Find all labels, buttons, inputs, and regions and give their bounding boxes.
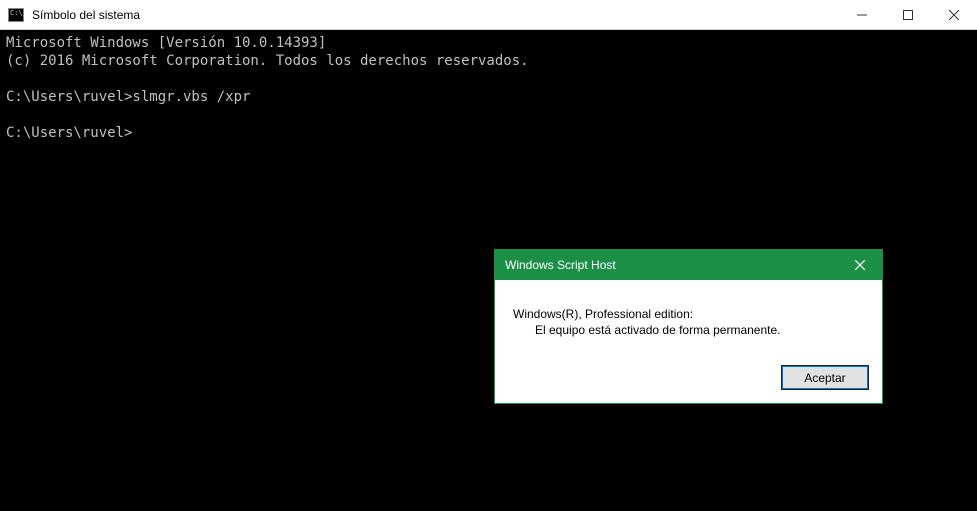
dialog-close-button[interactable] <box>837 250 882 280</box>
terminal-line: (c) 2016 Microsoft Corporation. Todos lo… <box>6 53 529 69</box>
accept-button[interactable]: Aceptar <box>782 366 868 389</box>
dialog-titlebar[interactable]: Windows Script Host <box>495 250 882 280</box>
close-button[interactable] <box>931 0 977 29</box>
close-icon <box>949 10 959 20</box>
minimize-button[interactable] <box>839 0 885 29</box>
maximize-button[interactable] <box>885 0 931 29</box>
maximize-icon <box>903 10 913 20</box>
close-icon <box>855 260 865 270</box>
window-titlebar: Símbolo del sistema <box>0 0 977 30</box>
dialog-body: Windows(R), Professional edition: El equ… <box>495 280 882 348</box>
dialog-footer: Aceptar <box>495 348 882 403</box>
dialog-message-line: Windows(R), Professional edition: <box>513 306 864 322</box>
dialog-title: Windows Script Host <box>505 258 837 272</box>
terminal-prompt: C:\Users\ruvel> <box>6 125 132 141</box>
window-title: Símbolo del sistema <box>32 8 839 22</box>
terminal-line: Microsoft Windows [Versión 10.0.14393] <box>6 35 326 51</box>
minimize-icon <box>857 10 867 20</box>
window-controls <box>839 0 977 29</box>
cmd-icon <box>8 8 24 22</box>
dialog-message-line: El equipo está activado de forma permane… <box>513 322 864 338</box>
terminal-output[interactable]: Microsoft Windows [Versión 10.0.14393] (… <box>0 30 977 146</box>
terminal-prompt: C:\Users\ruvel>slmgr.vbs /xpr <box>6 89 250 105</box>
script-host-dialog: Windows Script Host Windows(R), Professi… <box>494 249 883 404</box>
